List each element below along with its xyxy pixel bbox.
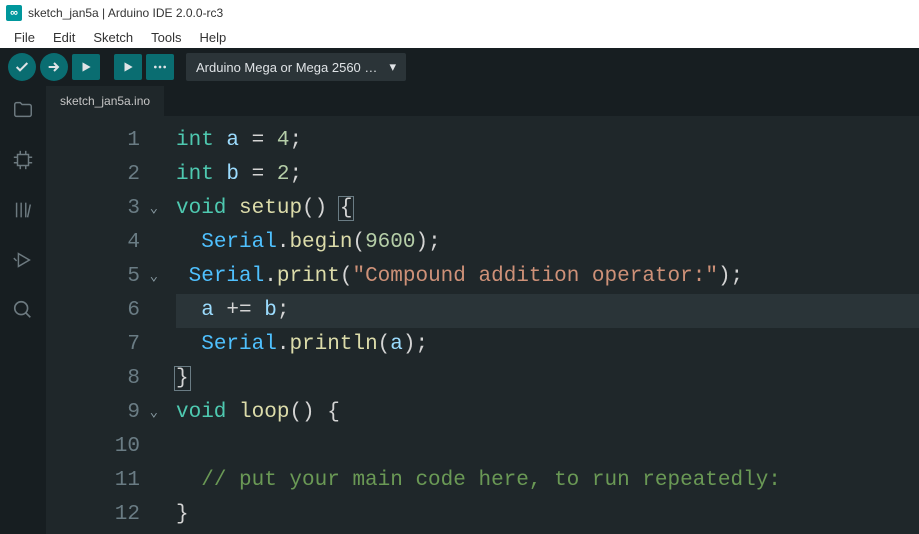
code-line[interactable]: Serial.print("Compound addition operator… — [176, 260, 919, 294]
ellipsis-icon — [152, 59, 168, 75]
fold-marker-icon[interactable]: ⌄ — [144, 260, 158, 294]
line-number: 8 — [46, 362, 158, 396]
code-line[interactable]: a += b; — [176, 294, 919, 328]
code-line[interactable]: } — [176, 498, 919, 532]
line-number: 9⌄ — [46, 396, 158, 430]
chevron-down-icon: ▾ — [389, 59, 396, 75]
sidebar-search[interactable] — [0, 294, 46, 326]
line-number: 3⌄ — [46, 192, 158, 226]
fold-marker-icon[interactable]: ⌄ — [144, 192, 158, 226]
tab-label: sketch_jan5a.ino — [60, 94, 150, 108]
line-number: 10 — [46, 430, 158, 464]
code-content[interactable]: int a = 4;int b = 2;void setup() { Seria… — [176, 124, 919, 534]
folder-icon — [12, 99, 34, 121]
search-icon — [12, 299, 34, 321]
editor-tabs: sketch_jan5a.ino — [46, 86, 919, 116]
code-line[interactable] — [176, 430, 919, 464]
menu-sketch[interactable]: Sketch — [85, 28, 141, 47]
code-line[interactable]: Serial.begin(9600); — [176, 226, 919, 260]
code-line[interactable]: // put your main code here, to run repea… — [176, 464, 919, 498]
line-number: 7 — [46, 328, 158, 362]
code-editor[interactable]: 123⌄45⌄6789⌄101112 int a = 4;int b = 2;v… — [46, 116, 919, 534]
code-line[interactable]: int b = 2; — [176, 158, 919, 192]
arduino-app-icon: ∞ — [6, 5, 22, 21]
line-number: 4 — [46, 226, 158, 260]
menu-file[interactable]: File — [6, 28, 43, 47]
code-line[interactable]: Serial.println(a); — [176, 328, 919, 362]
menu-edit[interactable]: Edit — [45, 28, 83, 47]
line-number: 11 — [46, 464, 158, 498]
line-number: 6 — [46, 294, 158, 328]
line-number: 5⌄ — [46, 260, 158, 294]
menubar: File Edit Sketch Tools Help — [0, 26, 919, 48]
line-number: 12 — [46, 498, 158, 532]
menu-tools[interactable]: Tools — [143, 28, 189, 47]
menu-help[interactable]: Help — [191, 28, 234, 47]
check-icon — [14, 59, 30, 75]
debugger-button[interactable] — [114, 54, 142, 80]
main-area: sketch_jan5a.ino 123⌄45⌄6789⌄101112 int … — [0, 86, 919, 534]
sidebar-sketchbook[interactable] — [0, 94, 46, 126]
line-gutter: 123⌄45⌄6789⌄101112 — [46, 124, 176, 534]
code-line[interactable]: } — [176, 362, 919, 396]
editor-panel: sketch_jan5a.ino 123⌄45⌄6789⌄101112 int … — [46, 86, 919, 534]
books-icon — [12, 199, 34, 221]
sidebar-boards-manager[interactable] — [0, 144, 46, 176]
sidebar-debug[interactable] — [0, 244, 46, 276]
serial-plotter-button[interactable] — [146, 54, 174, 80]
chip-icon — [12, 149, 34, 171]
code-line[interactable]: void setup() { — [176, 192, 919, 226]
code-line[interactable]: int a = 4; — [176, 124, 919, 158]
activity-bar — [0, 86, 46, 534]
titlebar: ∞ sketch_jan5a | Arduino IDE 2.0.0-rc3 — [0, 0, 919, 26]
board-selector-label: Arduino Mega or Mega 2560 … — [196, 60, 377, 75]
arrow-right-icon — [46, 59, 62, 75]
board-selector[interactable]: Arduino Mega or Mega 2560 … ▾ — [186, 53, 406, 81]
verify-button[interactable] — [8, 53, 36, 81]
sidebar-library-manager[interactable] — [0, 194, 46, 226]
fold-marker-icon[interactable]: ⌄ — [144, 396, 158, 430]
bug-play-icon — [121, 60, 135, 74]
upload-button[interactable] — [40, 53, 68, 81]
tab-sketch[interactable]: sketch_jan5a.ino — [46, 86, 164, 116]
debug-icon — [12, 249, 34, 271]
debug-button[interactable] — [72, 54, 100, 80]
line-number: 2 — [46, 158, 158, 192]
line-number: 1 — [46, 124, 158, 158]
toolbar: Arduino Mega or Mega 2560 … ▾ — [0, 48, 919, 86]
window-title: sketch_jan5a | Arduino IDE 2.0.0-rc3 — [28, 6, 223, 20]
play-icon — [79, 60, 93, 74]
code-line[interactable]: void loop() { — [176, 396, 919, 430]
